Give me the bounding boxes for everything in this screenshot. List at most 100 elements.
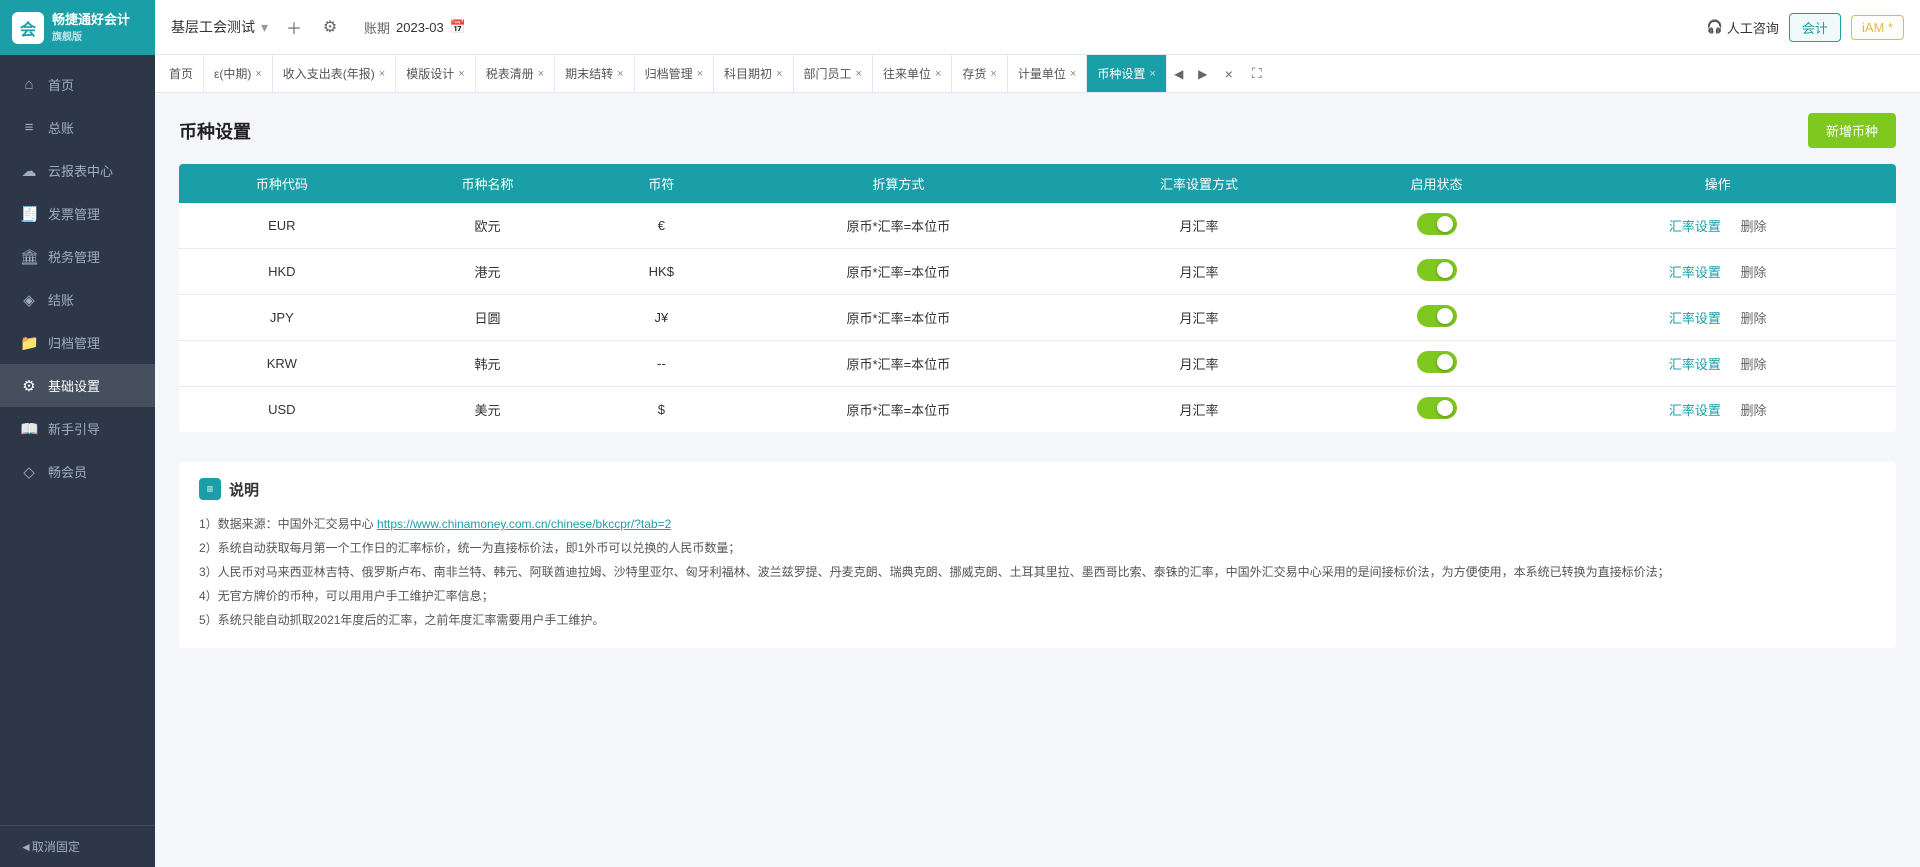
cell-name: 韩元 bbox=[385, 341, 591, 387]
rate-setting-link[interactable]: 汇率设置 bbox=[1669, 219, 1721, 234]
tab-close-icon[interactable]: × bbox=[776, 68, 782, 80]
tab-next-btn[interactable]: ▶ bbox=[1191, 55, 1215, 93]
sidebar-item-member[interactable]: ◇ 畅会员 bbox=[0, 450, 155, 493]
delete-link[interactable]: 删除 bbox=[1741, 311, 1767, 326]
table-row: HKD 港元 HK$ 原币*汇率=本位币 月汇率 汇率设置 删除 bbox=[179, 249, 1896, 295]
calendar-icon[interactable]: 📅 bbox=[450, 19, 466, 35]
sidebar-item-archive[interactable]: 📁 归档管理 bbox=[0, 321, 155, 364]
delete-link[interactable]: 删除 bbox=[1741, 265, 1767, 280]
enable-toggle[interactable] bbox=[1417, 351, 1457, 373]
company-dropdown-icon: ▾ bbox=[261, 19, 268, 36]
tab-close-icon[interactable]: × bbox=[1149, 68, 1155, 80]
tab-close-icon[interactable]: × bbox=[990, 68, 996, 80]
tab-close-icon[interactable]: × bbox=[935, 68, 941, 80]
consulting-button[interactable]: 🎧 人工咨询 bbox=[1707, 18, 1779, 37]
tab-close-icon[interactable]: × bbox=[255, 68, 261, 80]
tab-currency[interactable]: 币种设置 × bbox=[1087, 55, 1166, 93]
tab-close-icon[interactable]: × bbox=[379, 68, 385, 80]
archive-icon: 📁 bbox=[20, 334, 38, 352]
cell-rate-type: 月汇率 bbox=[1064, 249, 1333, 295]
enable-toggle[interactable] bbox=[1417, 305, 1457, 327]
tab-inventory[interactable]: 存货 × bbox=[952, 55, 1007, 93]
toggle-thumb bbox=[1437, 400, 1453, 416]
cloud-icon: ☁ bbox=[20, 162, 38, 180]
sidebar-item-checkout[interactable]: ◈ 结账 bbox=[0, 278, 155, 321]
cell-code: HKD bbox=[179, 249, 385, 295]
add-button[interactable]: ＋ bbox=[280, 13, 308, 41]
rate-setting-link[interactable]: 汇率设置 bbox=[1669, 357, 1721, 372]
tab-period-end[interactable]: 期末结转 × bbox=[555, 55, 634, 93]
main-area: 基层工会测试 ▾ ＋ ⚙ 账期 2023-03 📅 🎧 人工咨询 会计 iAM … bbox=[155, 0, 1920, 867]
cell-symbol: -- bbox=[590, 341, 732, 387]
sidebar-item-label: 基础设置 bbox=[48, 376, 100, 395]
tab-template[interactable]: 模版设计 × bbox=[396, 55, 475, 93]
sidebar-item-invoice[interactable]: 🧾 发票管理 bbox=[0, 192, 155, 235]
new-currency-button[interactable]: 新增币种 bbox=[1808, 113, 1896, 148]
cell-method: 原币*汇率=本位币 bbox=[732, 387, 1064, 433]
topbar-actions: ＋ ⚙ bbox=[280, 13, 344, 41]
tab-close-icon[interactable]: × bbox=[458, 68, 464, 80]
sidebar-item-ledger[interactable]: ≡ 总账 bbox=[0, 106, 155, 149]
rate-setting-link[interactable]: 汇率设置 bbox=[1669, 403, 1721, 418]
tab-prev-btn[interactable]: ◀ bbox=[1167, 55, 1191, 93]
cell-status[interactable] bbox=[1334, 203, 1540, 249]
page-header: 币种设置 新增币种 bbox=[179, 113, 1896, 148]
period-selector: 账期 2023-03 📅 bbox=[364, 18, 466, 37]
cell-code: EUR bbox=[179, 203, 385, 249]
company-selector[interactable]: 基层工会测试 ▾ bbox=[171, 17, 268, 37]
cell-symbol: $ bbox=[590, 387, 732, 433]
sidebar-item-home[interactable]: ⌂ 首页 bbox=[0, 63, 155, 106]
tab-label: 收入支出表(年报) bbox=[283, 65, 375, 82]
tab-close-icon[interactable]: × bbox=[1070, 68, 1076, 80]
tab-subject-init[interactable]: 科目期初 × bbox=[714, 55, 793, 93]
tab-unit[interactable]: 计量单位 × bbox=[1008, 55, 1087, 93]
rate-setting-link[interactable]: 汇率设置 bbox=[1669, 265, 1721, 280]
sidebar-item-guide[interactable]: 📖 新手引导 bbox=[0, 407, 155, 450]
ledger-icon: ≡ bbox=[20, 119, 38, 136]
tab-close-icon[interactable]: × bbox=[617, 68, 623, 80]
cell-actions: 汇率设置 删除 bbox=[1539, 249, 1896, 295]
enable-toggle[interactable] bbox=[1417, 213, 1457, 235]
delete-link[interactable]: 删除 bbox=[1741, 219, 1767, 234]
delete-link[interactable]: 删除 bbox=[1741, 403, 1767, 418]
sidebar-pin-toggle[interactable]: ◄取消固定 bbox=[0, 825, 155, 867]
tab-maximize-btn[interactable]: ⛶ bbox=[1243, 55, 1271, 93]
tab-close-icon[interactable]: × bbox=[697, 68, 703, 80]
tab-close-icon[interactable]: × bbox=[856, 68, 862, 80]
tab-archive[interactable]: 归档管理 × bbox=[635, 55, 714, 93]
cell-status[interactable] bbox=[1334, 341, 1540, 387]
logo-text: 畅捷通好会计 旗舰版 bbox=[52, 12, 130, 43]
tabs-bar: 首页 ε(中期) × 收入支出表(年报) × 模版设计 × 税表清册 × 期末结… bbox=[155, 55, 1920, 93]
delete-link[interactable]: 删除 bbox=[1741, 357, 1767, 372]
tab-tax-table[interactable]: 税表清册 × bbox=[476, 55, 555, 93]
rate-setting-link[interactable]: 汇率设置 bbox=[1669, 311, 1721, 326]
tab-epsilon[interactable]: ε(中期) × bbox=[204, 55, 273, 93]
tab-contacts[interactable]: 往来单位 × bbox=[873, 55, 952, 93]
sidebar-item-settings[interactable]: ⚙ 基础设置 bbox=[0, 364, 155, 407]
tab-department[interactable]: 部门员工 × bbox=[794, 55, 873, 93]
notice-link[interactable]: https://www.chinamoney.com.cn/chinese/bk… bbox=[377, 517, 671, 531]
tab-close-all-btn[interactable]: × bbox=[1215, 55, 1243, 93]
toggle-track bbox=[1417, 305, 1457, 327]
cell-status[interactable] bbox=[1334, 249, 1540, 295]
sidebar-nav: ⌂ 首页 ≡ 总账 ☁ 云报表中心 🧾 发票管理 🏛 税务管理 ◈ 结账 📁 归… bbox=[0, 55, 155, 825]
sidebar-item-cloud[interactable]: ☁ 云报表中心 bbox=[0, 149, 155, 192]
tab-income-report[interactable]: 收入支出表(年报) × bbox=[273, 55, 396, 93]
company-name: 基层工会测试 bbox=[171, 17, 255, 37]
col-code: 币种代码 bbox=[179, 164, 385, 203]
sidebar-item-tax[interactable]: 🏛 税务管理 bbox=[0, 235, 155, 278]
tab-label: 模版设计 bbox=[406, 65, 454, 82]
account-button[interactable]: 会计 bbox=[1789, 13, 1841, 42]
cell-status[interactable] bbox=[1334, 387, 1540, 433]
col-status: 启用状态 bbox=[1334, 164, 1540, 203]
cell-method: 原币*汇率=本位币 bbox=[732, 249, 1064, 295]
cell-status[interactable] bbox=[1334, 295, 1540, 341]
cell-rate-type: 月汇率 bbox=[1064, 295, 1333, 341]
tab-label: 税表清册 bbox=[486, 65, 534, 82]
tab-close-icon[interactable]: × bbox=[538, 68, 544, 80]
enable-toggle[interactable] bbox=[1417, 259, 1457, 281]
enable-toggle[interactable] bbox=[1417, 397, 1457, 419]
period-value[interactable]: 2023-03 bbox=[396, 20, 444, 35]
settings-button[interactable]: ⚙ bbox=[316, 13, 344, 41]
tab-home[interactable]: 首页 bbox=[159, 55, 204, 93]
